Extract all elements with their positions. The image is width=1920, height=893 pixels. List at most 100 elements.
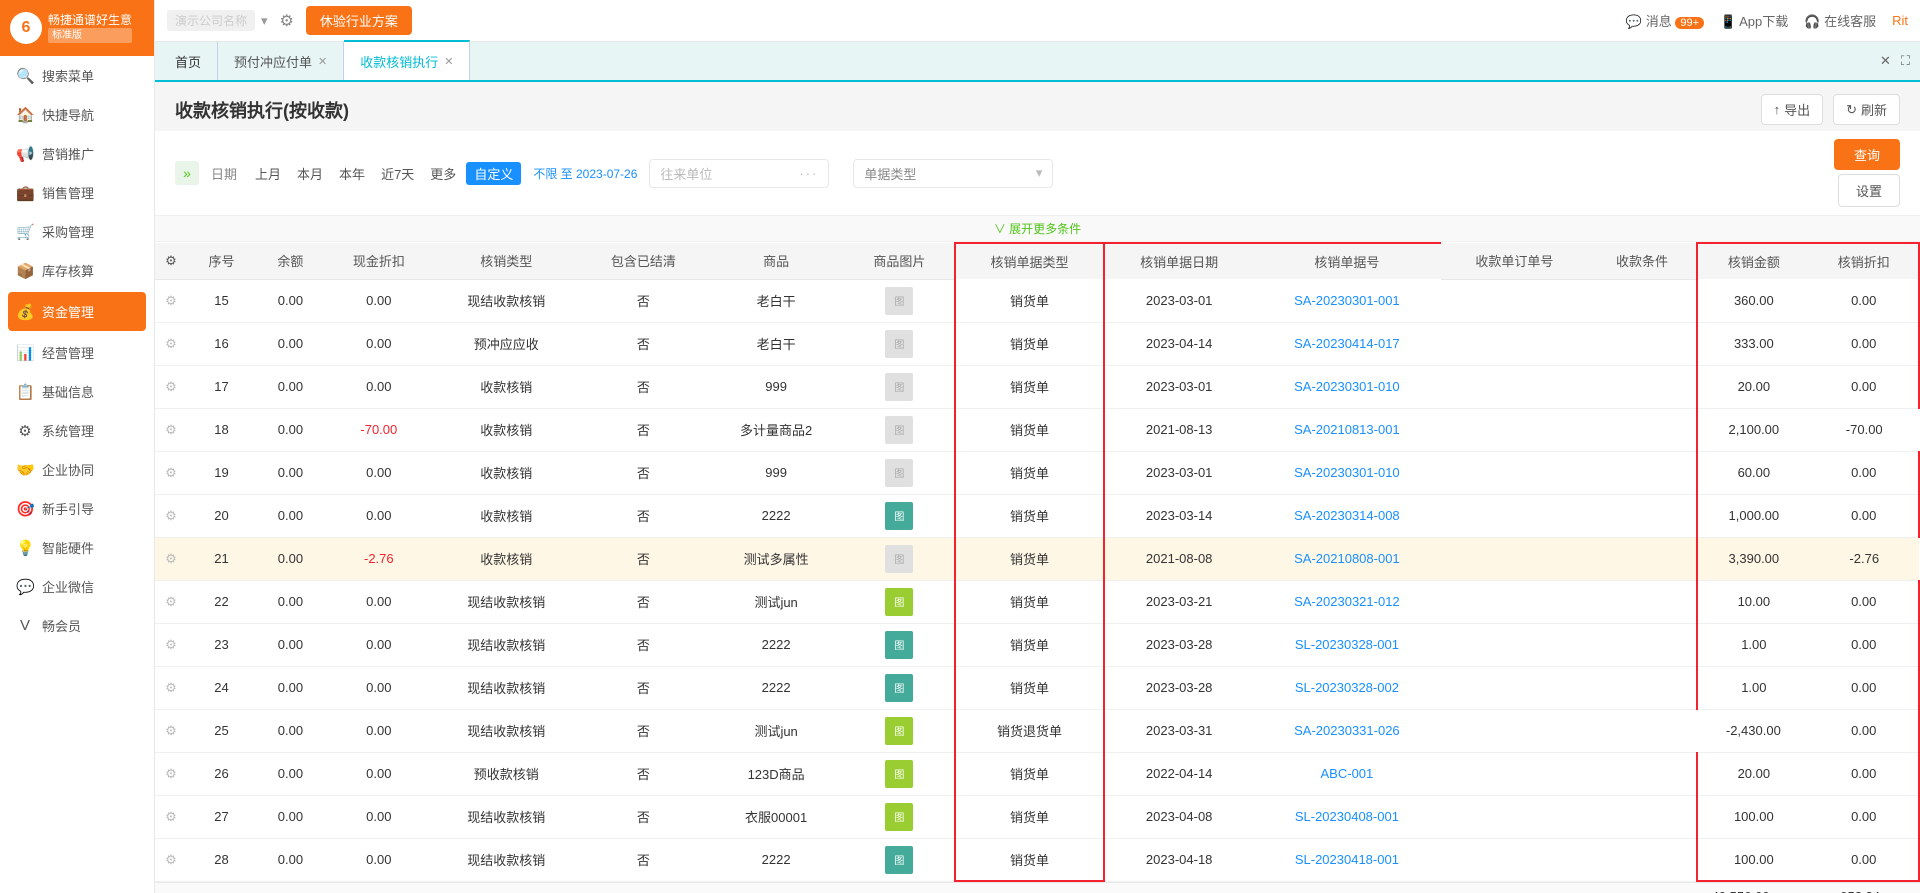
goods-cell: 2222 — [707, 666, 845, 709]
row-gear-icon[interactable]: ⚙ — [165, 293, 177, 308]
date-btn-last-month[interactable]: 上月 — [249, 162, 287, 185]
solution-button[interactable]: 休验行业方案 — [306, 6, 412, 35]
table-footer: 40,556,66... 952.24 — [155, 882, 1920, 893]
date-btn-this-month[interactable]: 本月 — [291, 162, 329, 185]
settings-filter-button[interactable]: 设置 — [1838, 174, 1900, 207]
balance-cell: 0.00 — [256, 408, 325, 451]
cancel-discount-cell: -2.76 — [1809, 537, 1919, 580]
sidebar-item-system[interactable]: ⚙ 系统管理 — [0, 411, 154, 450]
sidebar-item-operation[interactable]: 📊 经营管理 — [0, 333, 154, 372]
col-settings[interactable]: ⚙ — [155, 243, 187, 279]
row-gear-icon[interactable]: ⚙ — [165, 680, 177, 695]
tab-prepay-close[interactable]: ✕ — [318, 55, 327, 68]
doc-date-cell: 2023-04-08 — [1104, 795, 1252, 838]
sidebar-item-purchase[interactable]: 🛒 采购管理 — [0, 212, 154, 251]
sidebar-item-hardware[interactable]: 💡 智能硬件 — [0, 528, 154, 567]
maximize-window-icon[interactable]: ⛶ — [1901, 53, 1910, 69]
row-gear-icon[interactable]: ⚙ — [165, 379, 177, 394]
sidebar-item-enterprise[interactable]: 🤝 企业协同 — [0, 450, 154, 489]
discount-cell: 0.00 — [325, 623, 433, 666]
sidebar-item-guide[interactable]: 🎯 新手引导 — [0, 489, 154, 528]
discount-cell: 0.00 — [325, 709, 433, 752]
sidebar-icon-basic: 📋 — [16, 383, 34, 401]
company-selector[interactable]: 演示公司名称 ▾ — [167, 10, 268, 31]
date-range-display: 不限 至 2023-07-26 — [533, 165, 637, 182]
row-gear-icon[interactable]: ⚙ — [165, 852, 177, 867]
row-gear-icon[interactable]: ⚙ — [165, 551, 177, 566]
unit-filter[interactable]: 往来单位 ··· — [649, 159, 829, 188]
sidebar-item-marketing[interactable]: 📢 营销推广 — [0, 134, 154, 173]
receipt-order-cell — [1441, 279, 1588, 322]
date-btn-more[interactable]: 更多 — [424, 162, 462, 185]
table-row: ⚙ 19 0.00 0.00 收款核销 否 999 图 销货单 2023-03-… — [155, 451, 1919, 494]
doc-no-link[interactable]: SL-20230408-001 — [1295, 809, 1399, 824]
sidebar-item-inventory[interactable]: 📦 库存核算 — [0, 251, 154, 290]
row-gear-icon[interactable]: ⚙ — [165, 809, 177, 824]
row-gear-icon[interactable]: ⚙ — [165, 637, 177, 652]
doc-no-link[interactable]: SA-20210813-001 — [1294, 422, 1400, 437]
online-service-btn[interactable]: 🎧 在线客服 — [1804, 11, 1876, 30]
sidebar-item-sales[interactable]: 💼 销售管理 — [0, 173, 154, 212]
export-button[interactable]: ↑ 导出 — [1761, 94, 1824, 125]
receipt-cond-cell — [1588, 752, 1697, 795]
doc-no-link[interactable]: SA-20230321-012 — [1294, 594, 1400, 609]
gear-icon[interactable]: ⚙ — [280, 11, 294, 31]
goods-cell: 999 — [707, 365, 845, 408]
sidebar-item-wechat[interactable]: 💬 企业微信 — [0, 567, 154, 606]
row-gear-icon[interactable]: ⚙ — [165, 508, 177, 523]
doc-no-cell: SA-20230321-012 — [1253, 580, 1441, 623]
doc-no-link[interactable]: SA-20230301-001 — [1294, 293, 1400, 308]
doc-no-link[interactable]: SL-20230418-001 — [1295, 852, 1399, 867]
app-download-btn[interactable]: 📱 App下载 — [1720, 11, 1788, 30]
doc-no-link[interactable]: SA-20230414-017 — [1294, 336, 1400, 351]
date-btn-this-year[interactable]: 本年 — [333, 162, 371, 185]
doc-type-filter[interactable]: 单据类型 ▾ — [853, 159, 1053, 188]
tab-prepay-label: 预付冲应付单 — [234, 52, 312, 71]
tab-collection-close[interactable]: ✕ — [444, 55, 453, 68]
topbar: 演示公司名称 ▾ ⚙ 休验行业方案 💬 消息 99+ 📱 App下载 🎧 在线客… — [155, 0, 1920, 42]
doc-no-link[interactable]: SA-20230301-010 — [1294, 379, 1400, 394]
tab-home[interactable]: 首页 — [155, 42, 218, 80]
close-window-icon[interactable]: ✕ — [1880, 53, 1891, 69]
receipt-cond-cell — [1588, 838, 1697, 881]
row-gear-icon[interactable]: ⚙ — [165, 422, 177, 437]
col-cancel-discount: 核销折扣 — [1809, 243, 1919, 279]
doc-no-link[interactable]: SA-20210808-001 — [1294, 551, 1400, 566]
date-btn-7days[interactable]: 近7天 — [375, 162, 420, 185]
user-name[interactable]: Rit — [1892, 13, 1908, 28]
cancel-type-cell: 预收款核销 — [433, 752, 580, 795]
doc-no-link[interactable]: SA-20230314-008 — [1294, 508, 1400, 523]
sidebar-item-basic[interactable]: 📋 基础信息 — [0, 372, 154, 411]
sidebar-item-funds[interactable]: 💰 资金管理 — [8, 292, 146, 331]
expand-more-bar[interactable]: ∨ 展开更多条件 — [155, 216, 1920, 242]
receipt-cond-cell — [1588, 408, 1697, 451]
doc-no-link[interactable]: SL-20230328-001 — [1295, 637, 1399, 652]
row-gear-icon[interactable]: ⚙ — [165, 336, 177, 351]
refresh-button[interactable]: ↻ 刷新 — [1833, 94, 1900, 125]
message-btn[interactable]: 💬 消息 99+ — [1626, 11, 1704, 30]
tab-prepay[interactable]: 预付冲应付单 ✕ — [218, 42, 344, 80]
query-button[interactable]: 查询 — [1834, 139, 1900, 170]
doc-no-link[interactable]: SL-20230328-002 — [1295, 680, 1399, 695]
sidebar-item-search[interactable]: 🔍 搜索菜单 — [0, 56, 154, 95]
sidebar-label-nav: 快捷导航 — [42, 105, 94, 124]
seq-cell: 23 — [187, 623, 256, 666]
doc-no-link[interactable]: SA-20230331-026 — [1294, 723, 1400, 738]
row-gear-icon[interactable]: ⚙ — [165, 723, 177, 738]
doc-no-link[interactable]: ABC-001 — [1321, 766, 1374, 781]
date-btn-custom[interactable]: 自定义 — [466, 162, 521, 185]
sidebar-item-nav[interactable]: 🏠 快捷导航 — [0, 95, 154, 134]
row-gear-icon[interactable]: ⚙ — [165, 594, 177, 609]
tab-collection[interactable]: 收款核销执行 ✕ — [344, 40, 470, 80]
settled-cell: 否 — [580, 494, 707, 537]
company-dropdown-icon[interactable]: ▾ — [261, 13, 268, 29]
filter-expand-button[interactable]: » — [175, 161, 199, 185]
settings-col-icon[interactable]: ⚙ — [165, 253, 177, 268]
doc-no-link[interactable]: SA-20230301-010 — [1294, 465, 1400, 480]
row-gear-icon[interactable]: ⚙ — [165, 766, 177, 781]
sidebar-item-member[interactable]: V 畅会员 — [0, 606, 154, 645]
expand-more-icon: ∨ — [994, 222, 1006, 236]
unit-filter-dots[interactable]: ··· — [799, 166, 818, 181]
row-gear-icon[interactable]: ⚙ — [165, 465, 177, 480]
sidebar-icon-member: V — [16, 617, 34, 634]
